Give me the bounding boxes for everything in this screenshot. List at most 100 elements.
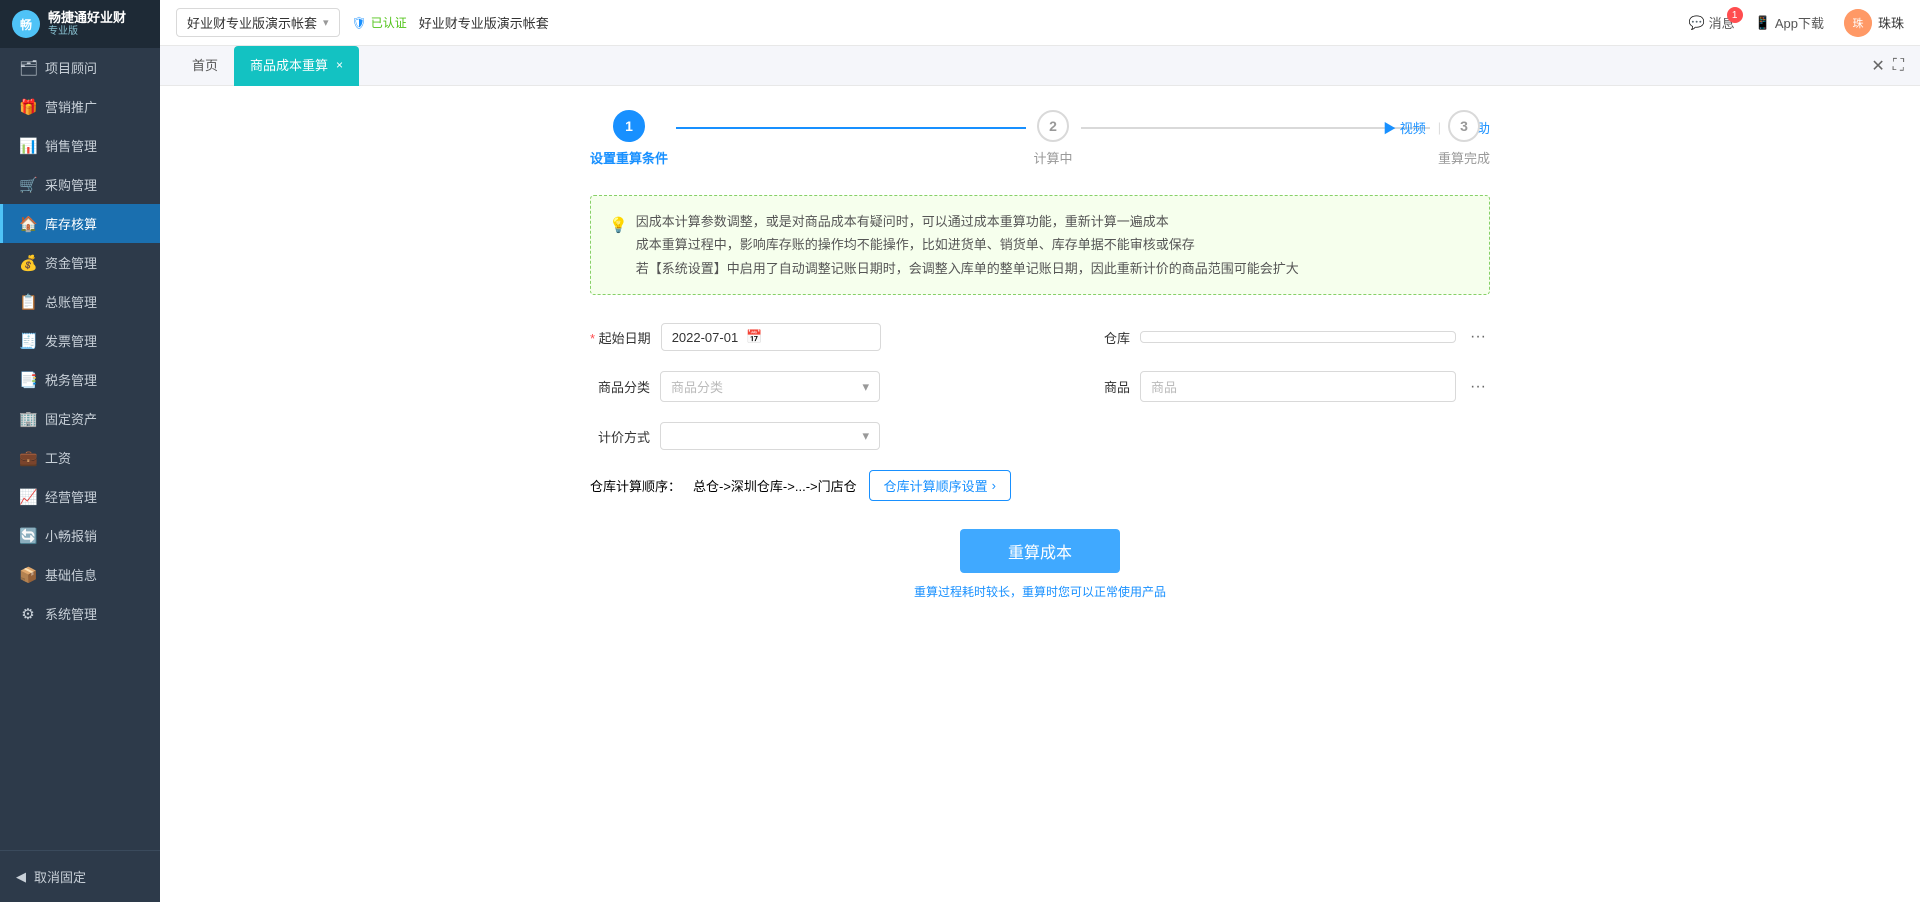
logo-subtitle: 专业版 xyxy=(48,26,126,38)
category-placeholder: 商品分类 xyxy=(671,377,723,396)
project-icon: 🗂 xyxy=(19,59,37,77)
sidebar: 畅 畅捷通好业财 专业版 🗂 项目顾问 🎁 营销推广 📊 销售管理 🛒 采购管理… xyxy=(0,0,160,902)
topbar-user-menu[interactable]: 珠 珠珠 xyxy=(1844,9,1904,37)
sidebar-item-label: 资金管理 xyxy=(45,253,97,272)
sidebar-item-system[interactable]: ⚙ 系统管理 xyxy=(0,594,160,633)
topbar-right-area: 💬 消息 1 📱 App下载 珠 珠珠 xyxy=(1688,9,1904,37)
sidebar-item-accounting[interactable]: 📋 总账管理 xyxy=(0,282,160,321)
step-3-label: 重算完成 xyxy=(1438,148,1490,167)
warehouse-order-value: 总仓->深圳仓库->...->门店仓 xyxy=(693,476,857,495)
warehouse-input[interactable] xyxy=(1140,331,1456,343)
finance-icon: 💰 xyxy=(19,254,37,272)
step-2-num: 2 xyxy=(1049,118,1057,134)
sidebar-item-basic[interactable]: 📦 基础信息 xyxy=(0,555,160,594)
product-label: 商品 xyxy=(1070,377,1130,396)
account-chevron-icon: ▾ xyxy=(323,16,329,29)
marketing-icon: 🎁 xyxy=(19,98,37,116)
assets-icon: 🏢 xyxy=(19,410,37,428)
basic-icon: 📦 xyxy=(19,566,37,584)
sidebar-item-label: 工资 xyxy=(45,448,71,467)
inventory-icon: 🏠 xyxy=(19,215,37,233)
tab-active-label: 商品成本重算 xyxy=(250,55,328,74)
sidebar-item-assets[interactable]: 🏢 固定资产 xyxy=(0,399,160,438)
start-date-input[interactable]: 2022-07-01 📅 xyxy=(661,323,881,351)
sidebar-item-marketing[interactable]: 🎁 营销推广 xyxy=(0,87,160,126)
form-row-1: 起始日期 2022-07-01 📅 仓库 ··· xyxy=(590,323,1490,351)
sidebar-item-invoice[interactable]: 🧾 发票管理 xyxy=(0,321,160,360)
product-more-btn[interactable]: ··· xyxy=(1466,378,1490,396)
category-select[interactable]: 商品分类 ▾ xyxy=(660,371,880,402)
sidebar-item-finance[interactable]: 💰 资金管理 xyxy=(0,243,160,282)
sidebar-item-label: 发票管理 xyxy=(45,331,97,350)
notice-line-3: 若【系统设置】中启用了自动调整记账日期时，会调整入库单的整单记账日期，因此重新计… xyxy=(636,257,1299,280)
step-2: 2 计算中 xyxy=(1034,110,1073,167)
sidebar-item-tax[interactable]: 📑 税务管理 xyxy=(0,360,160,399)
topbar-company-name: 好业财专业版演示帐套 xyxy=(419,13,549,32)
warehouse-label: 仓库 xyxy=(1070,328,1130,347)
form-field-price-method: 计价方式 ▾ xyxy=(590,422,1010,450)
step-3-num: 3 xyxy=(1460,118,1468,134)
account-name: 好业财专业版演示帐套 xyxy=(187,13,317,32)
sales-icon: 📊 xyxy=(19,137,37,155)
logo-title: 畅捷通好业财 xyxy=(48,10,126,26)
price-method-label: 计价方式 xyxy=(590,427,650,446)
sidebar-item-label: 销售管理 xyxy=(45,136,97,155)
price-method-select[interactable]: ▾ xyxy=(660,422,880,450)
sidebar-item-sales[interactable]: 📊 销售管理 xyxy=(0,126,160,165)
sidebar-item-inventory[interactable]: 🏠 库存核算 xyxy=(0,204,160,243)
main-area: 好业财专业版演示帐套 ▾ 🛡 已认证 好业财专业版演示帐套 💬 消息 1 📱 A… xyxy=(160,0,1920,902)
notice-icon: 💡 xyxy=(609,212,628,280)
warehouse-order-settings-btn[interactable]: 仓库计算顺序设置 › xyxy=(869,470,1011,501)
main-content: 1 设置重算条件 2 计算中 3 重算完成 xyxy=(160,86,1920,902)
sidebar-item-label: 小畅报销 xyxy=(45,526,97,545)
warehouse-more-btn[interactable]: ··· xyxy=(1466,328,1490,346)
tab-cost-recalc[interactable]: 商品成本重算 × xyxy=(234,46,359,86)
topbar: 好业财专业版演示帐套 ▾ 🛡 已认证 好业财专业版演示帐套 💬 消息 1 📱 A… xyxy=(160,0,1920,46)
submit-area: 重算成本 重算过程耗时较长，重算时您可以正常使用产品 xyxy=(590,529,1490,600)
tab-home[interactable]: 首页 xyxy=(176,46,234,86)
recalculate-cost-button[interactable]: 重算成本 xyxy=(960,529,1120,573)
category-chevron-icon: ▾ xyxy=(862,379,869,395)
submit-btn-label: 重算成本 xyxy=(1008,545,1072,562)
invoice-icon: 🧾 xyxy=(19,332,37,350)
product-placeholder: 商品 xyxy=(1151,377,1177,396)
message-badge: 1 xyxy=(1727,7,1743,23)
sidebar-item-label: 基础信息 xyxy=(45,565,97,584)
sidebar-item-purchase[interactable]: 🛒 采购管理 xyxy=(0,165,160,204)
step-line-1 xyxy=(676,127,1025,129)
product-input[interactable]: 商品 xyxy=(1140,371,1456,402)
sidebar-item-salary[interactable]: 💼 工资 xyxy=(0,438,160,477)
tax-icon: 📑 xyxy=(19,371,37,389)
expense-icon: 🔄 xyxy=(19,527,37,545)
close-window-button[interactable]: ✕ xyxy=(1871,56,1884,76)
expand-window-button[interactable]: ⛶ xyxy=(1893,56,1904,76)
topbar-account-selector[interactable]: 好业财专业版演示帐套 ▾ xyxy=(176,8,340,37)
sidebar-bottom: ◀ 取消固定 xyxy=(0,850,160,902)
form-row-3: 计价方式 ▾ xyxy=(590,422,1490,450)
form-field-product: 商品 商品 ··· xyxy=(1070,371,1490,402)
sidebar-item-label: 固定资产 xyxy=(45,409,97,428)
start-date-label: 起始日期 xyxy=(590,328,651,347)
notice-box: 💡 因成本计算参数调整，或是对商品成本有疑问时，可以通过成本重算功能，重新计算一… xyxy=(590,195,1490,295)
sidebar-item-project[interactable]: 🗂 项目顾问 xyxy=(0,48,160,87)
form-field-start-date: 起始日期 2022-07-01 📅 xyxy=(590,323,1010,351)
notice-line-1: 因成本计算参数调整，或是对商品成本有疑问时，可以通过成本重算功能，重新计算一遍成… xyxy=(636,210,1299,233)
topbar-app-download-btn[interactable]: 📱 App下载 xyxy=(1755,13,1824,32)
step-1: 1 设置重算条件 xyxy=(590,110,668,167)
form-row-2: 商品分类 商品分类 ▾ 商品 商品 ··· xyxy=(590,371,1490,402)
sidebar-item-operation[interactable]: 📈 经营管理 xyxy=(0,477,160,516)
shield-icon: 🛡 xyxy=(352,16,367,30)
unpin-icon: ◀ xyxy=(16,869,26,885)
operation-icon: 📈 xyxy=(19,488,37,506)
start-date-value: 2022-07-01 xyxy=(672,330,739,345)
message-icon: 💬 xyxy=(1688,15,1704,31)
tab-close-icon[interactable]: × xyxy=(336,58,343,72)
step-1-num: 1 xyxy=(625,118,633,134)
svg-text:珠: 珠 xyxy=(1852,16,1863,30)
submit-note: 重算过程耗时较长，重算时您可以正常使用产品 xyxy=(914,583,1166,600)
video-help-btn[interactable]: ▶ 视频 xyxy=(1383,118,1426,137)
sidebar-item-expense[interactable]: 🔄 小畅报销 xyxy=(0,516,160,555)
sidebar-unpin[interactable]: ◀ 取消固定 xyxy=(0,859,160,894)
topbar-message-btn[interactable]: 💬 消息 1 xyxy=(1688,13,1734,32)
sidebar-item-label: 总账管理 xyxy=(45,292,97,311)
